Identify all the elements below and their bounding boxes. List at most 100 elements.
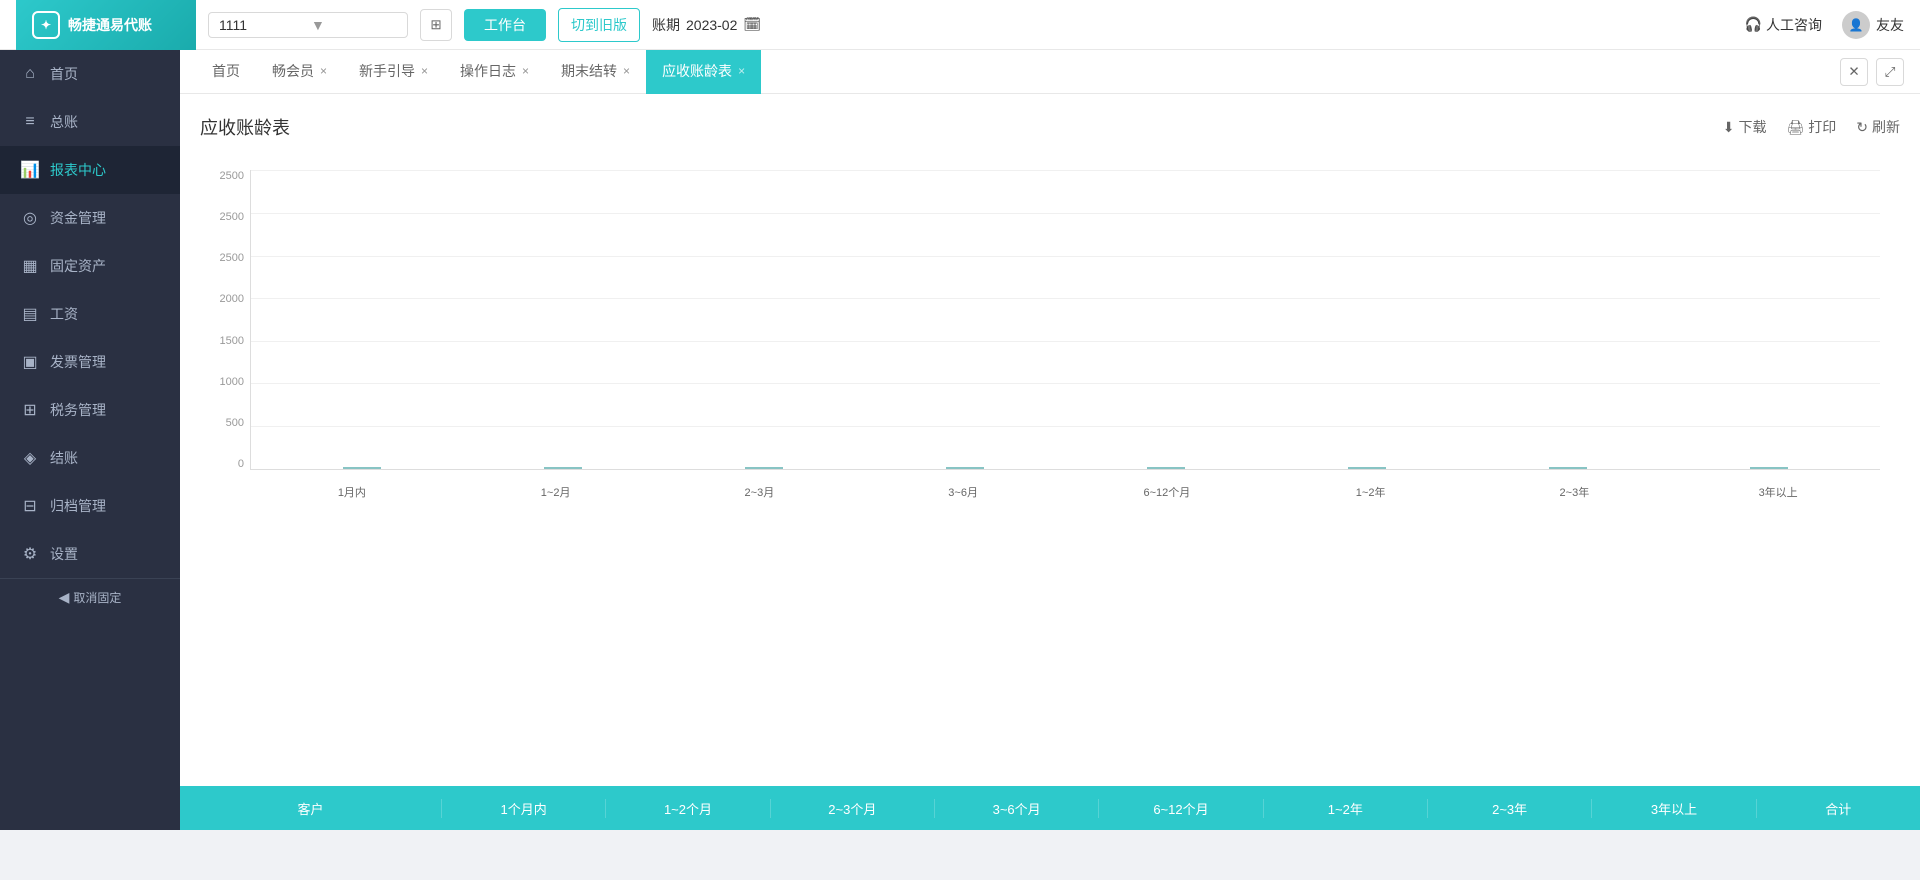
x-label-6-12m: 6~12个月 (1065, 484, 1269, 500)
refresh-icon: ↻ (1856, 119, 1868, 136)
print-button[interactable]: 🖨 打印 (1786, 117, 1836, 137)
close-icon[interactable]: × (522, 64, 529, 78)
sidebar-item-archive[interactable]: ⊟ 归档管理 (0, 482, 180, 530)
close-icon[interactable]: × (738, 64, 745, 78)
close-icon[interactable]: × (421, 64, 428, 78)
sidebar-item-label: 税务管理 (50, 400, 106, 420)
x-label-1m: 1月内 (250, 484, 454, 500)
copy-button[interactable]: ⊞ (420, 9, 452, 41)
bar-group-2-3y (1468, 467, 1669, 469)
sidebar-item-reports[interactable]: 📊 报表中心 (0, 146, 180, 194)
period-area: 账期 2023-02 🗓 (652, 15, 761, 35)
bar-2-3m (745, 467, 783, 469)
expand-tab-button[interactable]: ⤢ (1876, 58, 1904, 86)
assets-icon: ▦ (20, 256, 40, 276)
ledger-icon: ≡ (20, 113, 40, 131)
y-label: 2500 (220, 252, 244, 264)
sidebar-item-label: 首页 (50, 64, 78, 84)
sidebar-item-assets[interactable]: ▦ 固定资产 (0, 242, 180, 290)
refresh-button[interactable]: ↻ 刷新 (1856, 117, 1900, 137)
header-right: 🎧 人工咨询 👤 友友 (1745, 11, 1904, 39)
main-area: 首页 畅会员 × 新手引导 × 操作日志 × 期末结转 × 应收账龄表 × ✕ … (180, 50, 1920, 830)
refresh-label: 刷新 (1872, 117, 1900, 137)
sidebar-item-salary[interactable]: ▤ 工资 (0, 290, 180, 338)
tab-bar: 首页 畅会员 × 新手引导 × 操作日志 × 期末结转 × 应收账龄表 × ✕ … (180, 50, 1920, 94)
avatar: 👤 (1842, 11, 1870, 39)
sidebar-item-label: 设置 (50, 544, 78, 564)
sidebar-collapse-button[interactable]: ◀ 取消固定 (0, 578, 180, 616)
company-selector[interactable]: 1111 ▼ (208, 12, 408, 38)
bar-1-2m (544, 467, 582, 469)
user-area[interactable]: 👤 友友 (1842, 11, 1904, 39)
x-label-3-6m: 3~6月 (861, 484, 1065, 500)
th-2-3m: 2~3个月 (771, 799, 935, 818)
sidebar-item-home[interactable]: ⌂ 首页 (0, 50, 180, 98)
avatar-icon: 👤 (1849, 18, 1864, 32)
tax-icon: ⊞ (20, 400, 40, 420)
bar-1-2y (1348, 467, 1386, 469)
sidebar-item-label: 报表中心 (50, 160, 106, 180)
period-value: 2023-02 (686, 17, 737, 33)
bar-3y-plus (1750, 467, 1788, 469)
bar-6-12m (1147, 467, 1185, 469)
action-buttons: ⬇ 下载 🖨 打印 ↻ 刷新 (1723, 117, 1900, 137)
tab-oplog[interactable]: 操作日志 × (444, 50, 545, 94)
company-name: 1111 (219, 17, 305, 33)
headset-icon: 🎧 (1745, 16, 1762, 33)
bar-group-1-2y (1267, 467, 1468, 469)
checkout-icon: ◈ (20, 448, 40, 468)
tab-guide[interactable]: 新手引导 × (343, 50, 444, 94)
bar-group-2-3m (663, 467, 864, 469)
th-1m: 1个月内 (442, 799, 606, 818)
bar-group-6-12m (1066, 467, 1267, 469)
logo-text: 畅捷通易代账 (68, 15, 152, 35)
sidebar-item-label: 归档管理 (50, 496, 106, 516)
bar-group-1-2m (462, 467, 663, 469)
y-axis: 2500 2500 2500 2000 1500 1000 500 0 (200, 170, 250, 470)
copy-icon: ⊞ (430, 17, 441, 33)
page-title: 应收账龄表 (200, 114, 290, 140)
switch-version-button[interactable]: 切到旧版 (558, 8, 640, 42)
bar-2-3y (1549, 467, 1587, 469)
sidebar-item-invoice[interactable]: ▣ 发票管理 (0, 338, 180, 386)
sidebar-item-funds[interactable]: ◎ 资金管理 (0, 194, 180, 242)
sidebar-item-tax[interactable]: ⊞ 税务管理 (0, 386, 180, 434)
close-icon[interactable]: × (320, 64, 327, 78)
x-label-2-3y: 2~3年 (1473, 484, 1677, 500)
sidebar-item-checkout[interactable]: ◈ 结账 (0, 434, 180, 482)
settings-icon: ⚙ (20, 544, 40, 564)
consult-button[interactable]: 🎧 人工咨询 (1745, 15, 1822, 35)
chart-body (250, 170, 1880, 470)
sidebar-item-label: 结账 (50, 448, 78, 468)
bar-group-3y-plus (1669, 467, 1870, 469)
user-label: 友友 (1876, 15, 1904, 35)
tab-ar-aging[interactable]: 应收账龄表 × (646, 50, 761, 94)
sidebar-item-ledger[interactable]: ≡ 总账 (0, 98, 180, 146)
page-header: 应收账龄表 ⬇ 下载 🖨 打印 ↻ 刷新 (200, 114, 1900, 140)
tab-home[interactable]: 首页 (196, 50, 256, 94)
close-icon[interactable]: × (623, 64, 630, 78)
download-icon: ⬇ (1723, 119, 1735, 136)
print-label: 打印 (1808, 117, 1836, 137)
tab-label: 应收账龄表 (662, 61, 732, 81)
close-tab-button[interactable]: ✕ (1840, 58, 1868, 86)
download-button[interactable]: ⬇ 下载 (1723, 117, 1767, 137)
period-label: 账期 (652, 15, 680, 35)
sidebar-item-settings[interactable]: ⚙ 设置 (0, 530, 180, 578)
page-content: 应收账龄表 ⬇ 下载 🖨 打印 ↻ 刷新 2500 (180, 94, 1920, 830)
tab-vip[interactable]: 畅会员 × (256, 50, 343, 94)
calendar-icon[interactable]: 🗓 (743, 16, 761, 33)
y-label: 0 (238, 458, 244, 470)
collapse-icon: ◀ (59, 589, 70, 606)
tab-label: 期末结转 (561, 61, 617, 81)
tab-period-end[interactable]: 期末结转 × (545, 50, 646, 94)
funds-icon: ◎ (20, 208, 40, 228)
archive-icon: ⊟ (20, 496, 40, 516)
x-label-3y-plus: 3年以上 (1676, 484, 1880, 500)
reports-icon: 📊 (20, 160, 40, 180)
table-header: 客户 1个月内 1~2个月 2~3个月 3~6个月 6~12个月 1~2年 2~… (180, 786, 1920, 830)
salary-icon: ▤ (20, 304, 40, 324)
y-label: 1000 (220, 376, 244, 388)
app-header: ✦ 畅捷通易代账 1111 ▼ ⊞ 工作台 切到旧版 账期 2023-02 🗓 … (0, 0, 1920, 50)
workbench-button[interactable]: 工作台 (464, 9, 546, 41)
